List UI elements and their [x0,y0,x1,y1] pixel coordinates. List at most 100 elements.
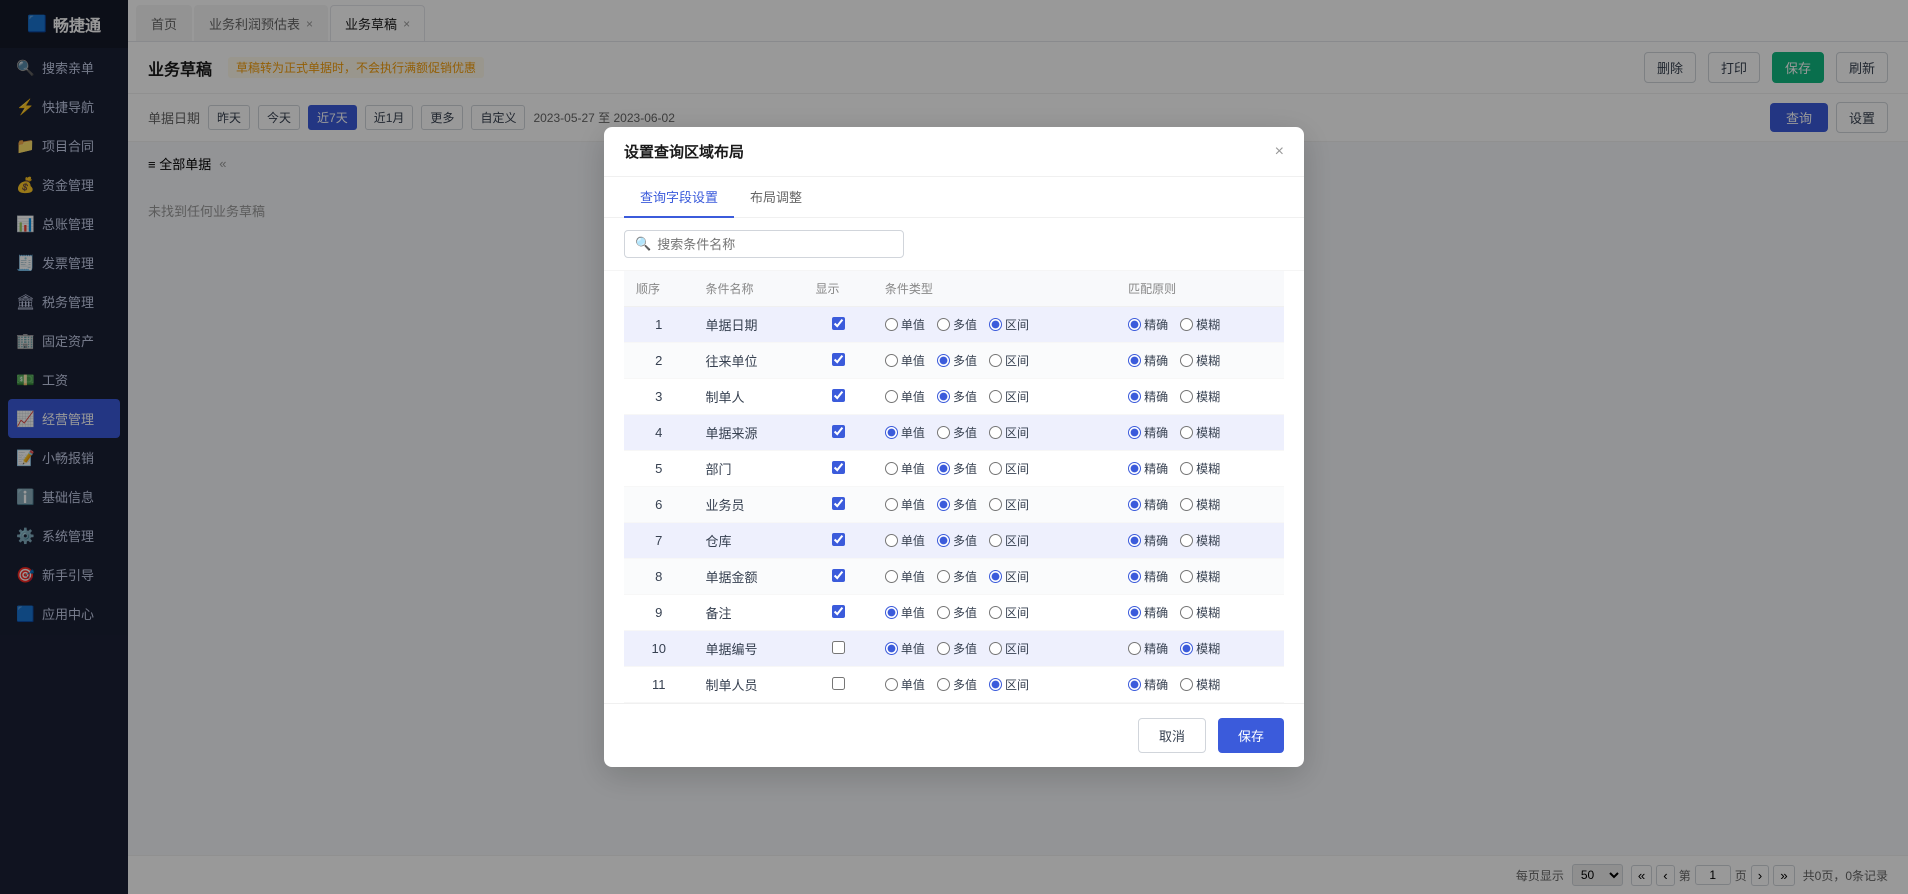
condition-type-option[interactable]: 区间 [989,604,1029,621]
match-principle-option[interactable]: 模糊 [1180,604,1220,621]
table-row: 2往来单位单值多值区间精确模糊 [624,343,1284,379]
match-principle-option[interactable]: 精确 [1128,604,1168,621]
match-principle-option[interactable]: 精确 [1128,640,1168,657]
condition-type-option[interactable]: 单值 [885,388,925,405]
search-condition-input[interactable] [657,237,877,252]
row-name: 仓库 [693,523,803,559]
show-checkbox[interactable] [832,461,845,474]
row-order: 1 [624,307,693,343]
row-match-principle: 精确模糊 [1116,343,1284,379]
row-order: 3 [624,379,693,415]
condition-type-option[interactable]: 单值 [885,604,925,621]
condition-type-option[interactable]: 多值 [937,352,977,369]
match-principle-option[interactable]: 模糊 [1180,496,1220,513]
col-order: 顺序 [624,271,693,307]
tab-layout-adjustment[interactable]: 布局调整 [734,177,818,218]
table-header-row: 顺序 条件名称 显示 条件类型 匹配原则 [624,271,1284,307]
dialog-tabs: 查询字段设置 布局调整 [604,177,1304,218]
condition-type-option[interactable]: 区间 [989,640,1029,657]
show-checkbox[interactable] [832,317,845,330]
row-name: 备注 [693,595,803,631]
settings-dialog: 设置查询区域布局 × 查询字段设置 布局调整 🔍 顺序 [604,127,1304,767]
condition-type-option[interactable]: 区间 [989,496,1029,513]
show-checkbox[interactable] [832,353,845,366]
show-checkbox[interactable] [832,533,845,546]
condition-type-option[interactable]: 多值 [937,568,977,585]
condition-type-option[interactable]: 区间 [989,568,1029,585]
condition-type-option[interactable]: 多值 [937,424,977,441]
table-row: 7仓库单值多值区间精确模糊 [624,523,1284,559]
condition-type-option[interactable]: 单值 [885,424,925,441]
condition-type-option[interactable]: 单值 [885,460,925,477]
match-principle-option[interactable]: 精确 [1128,676,1168,693]
table-row: 8单据金额单值多值区间精确模糊 [624,559,1284,595]
condition-type-option[interactable]: 多值 [937,388,977,405]
row-condition-type: 单值多值区间 [873,343,1116,379]
condition-type-option[interactable]: 区间 [989,316,1029,333]
condition-type-option[interactable]: 多值 [937,316,977,333]
condition-type-option[interactable]: 多值 [937,532,977,549]
row-order: 6 [624,487,693,523]
condition-type-option[interactable]: 多值 [937,676,977,693]
show-checkbox[interactable] [832,389,845,402]
show-checkbox[interactable] [832,641,845,654]
match-principle-option[interactable]: 模糊 [1180,532,1220,549]
show-checkbox[interactable] [832,497,845,510]
match-principle-option[interactable]: 精确 [1128,496,1168,513]
condition-type-option[interactable]: 单值 [885,676,925,693]
match-principle-option[interactable]: 精确 [1128,424,1168,441]
row-show [803,631,872,667]
show-checkbox[interactable] [832,569,845,582]
match-principle-option[interactable]: 精确 [1128,352,1168,369]
dialog-table: 顺序 条件名称 显示 条件类型 匹配原则 1单据日期单值多值区间精确模糊2往来单… [624,271,1284,703]
row-condition-type: 单值多值区间 [873,451,1116,487]
dialog-search-area: 🔍 [604,218,1304,271]
condition-type-option[interactable]: 区间 [989,532,1029,549]
condition-type-option[interactable]: 多值 [937,604,977,621]
condition-type-option[interactable]: 单值 [885,496,925,513]
save-dialog-button[interactable]: 保存 [1218,718,1284,753]
match-principle-option[interactable]: 模糊 [1180,316,1220,333]
row-order: 4 [624,415,693,451]
condition-type-option[interactable]: 区间 [989,388,1029,405]
match-principle-option[interactable]: 模糊 [1180,352,1220,369]
match-principle-option[interactable]: 精确 [1128,316,1168,333]
match-principle-option[interactable]: 模糊 [1180,640,1220,657]
dialog-close-button[interactable]: × [1275,143,1284,161]
match-principle-option[interactable]: 精确 [1128,460,1168,477]
show-checkbox[interactable] [832,605,845,618]
show-checkbox[interactable] [832,425,845,438]
show-checkbox[interactable] [832,677,845,690]
row-name: 制单人 [693,379,803,415]
condition-type-option[interactable]: 区间 [989,460,1029,477]
row-name: 部门 [693,451,803,487]
condition-type-option[interactable]: 单值 [885,316,925,333]
tab-field-settings[interactable]: 查询字段设置 [624,177,734,218]
match-principle-option[interactable]: 模糊 [1180,676,1220,693]
condition-type-option[interactable]: 单值 [885,640,925,657]
condition-type-option[interactable]: 区间 [989,352,1029,369]
condition-type-option[interactable]: 多值 [937,496,977,513]
row-name: 单据日期 [693,307,803,343]
row-condition-type: 单值多值区间 [873,667,1116,703]
condition-type-option[interactable]: 单值 [885,352,925,369]
match-principle-option[interactable]: 模糊 [1180,424,1220,441]
match-principle-option[interactable]: 模糊 [1180,568,1220,585]
condition-type-option[interactable]: 单值 [885,532,925,549]
condition-type-option[interactable]: 多值 [937,640,977,657]
condition-type-option[interactable]: 区间 [989,676,1029,693]
table-row: 10单据编号单值多值区间精确模糊 [624,631,1284,667]
match-principle-option[interactable]: 精确 [1128,568,1168,585]
table-row: 11制单人员单值多值区间精确模糊 [624,667,1284,703]
match-principle-option[interactable]: 模糊 [1180,460,1220,477]
condition-type-option[interactable]: 区间 [989,424,1029,441]
condition-type-option[interactable]: 多值 [937,460,977,477]
match-principle-option[interactable]: 精确 [1128,532,1168,549]
match-principle-option[interactable]: 精确 [1128,388,1168,405]
row-name: 单据编号 [693,631,803,667]
row-match-principle: 精确模糊 [1116,379,1284,415]
match-principle-option[interactable]: 模糊 [1180,388,1220,405]
table-row: 5部门单值多值区间精确模糊 [624,451,1284,487]
cancel-button[interactable]: 取消 [1138,718,1206,753]
condition-type-option[interactable]: 单值 [885,568,925,585]
